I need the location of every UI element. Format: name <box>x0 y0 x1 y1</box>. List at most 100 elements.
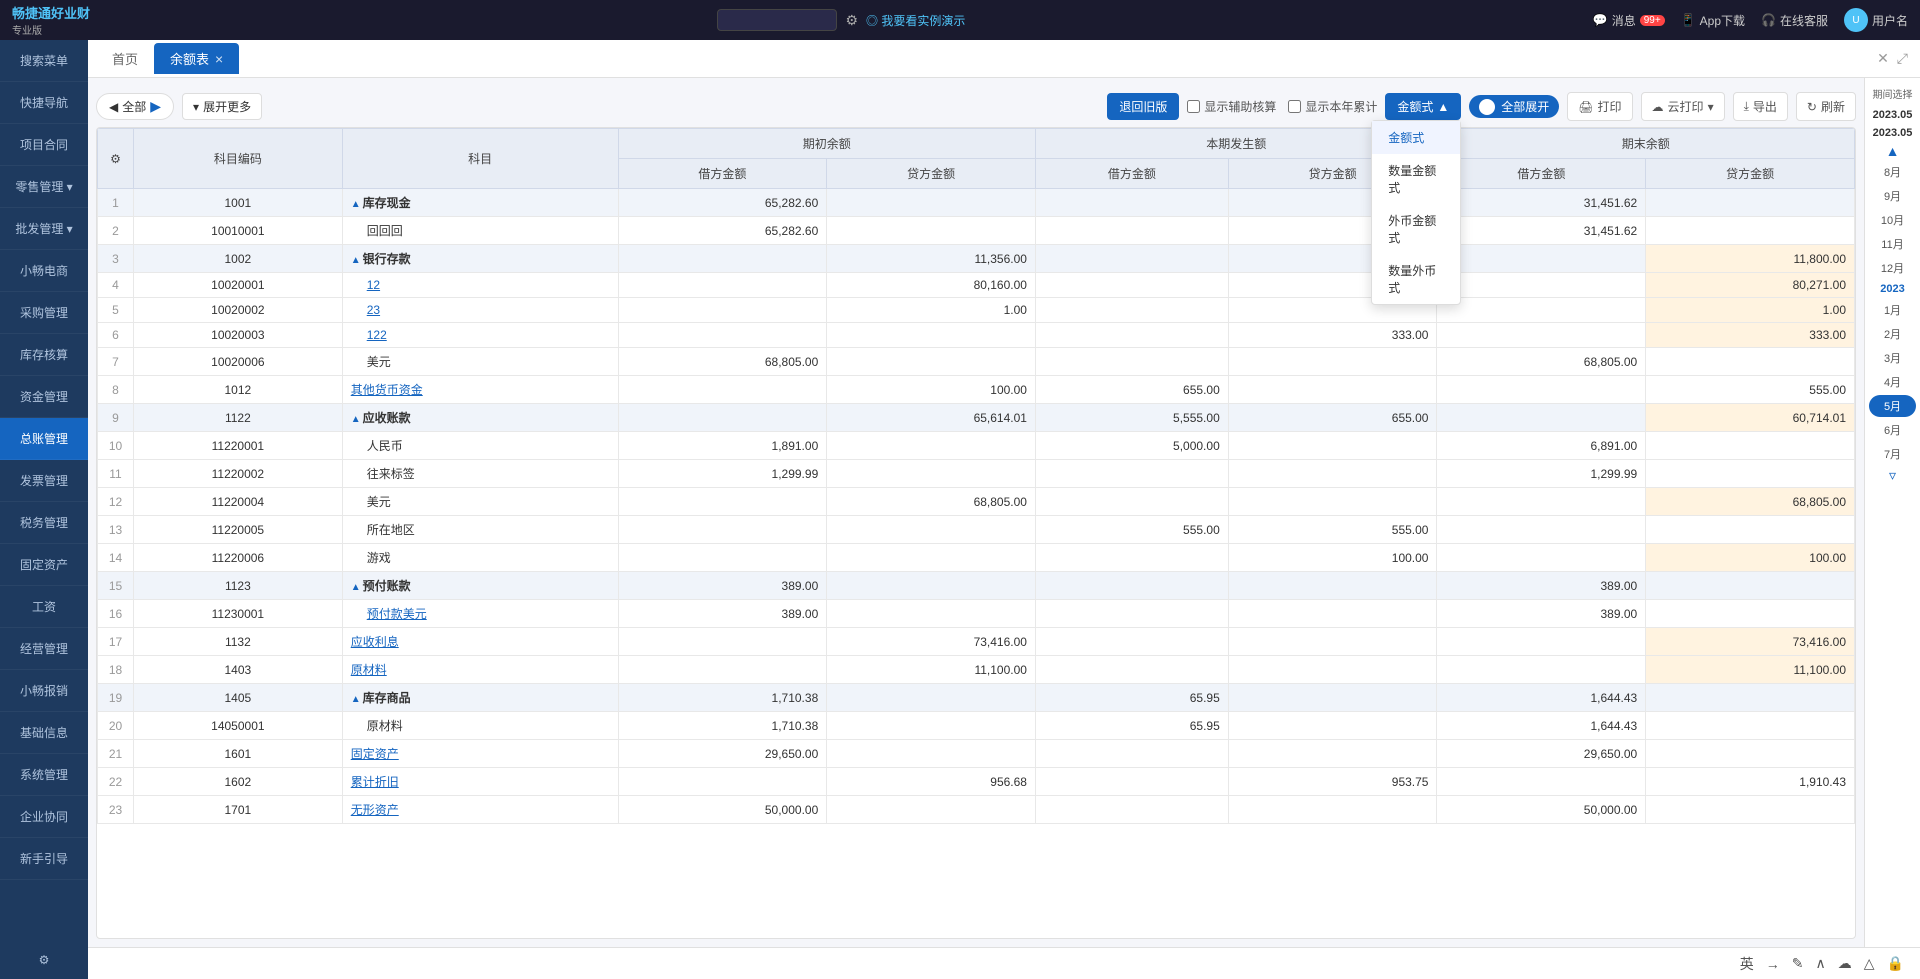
expand-all-toggle[interactable]: 全部展开 <box>1469 95 1559 118</box>
sidebar-item-report[interactable]: 小畅报销 <box>0 670 88 712</box>
sidebar-item-purchase[interactable]: 采购管理 <box>0 292 88 334</box>
table-row: 4100200011280,160.00111.0080,271.00 <box>98 273 1855 298</box>
sidebar-item-salary[interactable]: 工资 <box>0 586 88 628</box>
th-settings[interactable]: ⚙ <box>98 129 134 189</box>
sidebar-item-retail[interactable]: 零售管理 ▾ <box>0 166 88 208</box>
table-row: 151123▲预付账款389.00389.00 <box>98 572 1855 600</box>
sidebar-item-guide[interactable]: 新手引导 <box>0 838 88 880</box>
period-header: 期间选择 <box>1873 86 1913 101</box>
tab-expand-icon[interactable]: ⤢ <box>1897 50 1908 67</box>
period-7[interactable]: 7月 <box>1869 443 1916 465</box>
bottom-icon-6[interactable]: △ <box>1864 955 1875 972</box>
search-input[interactable] <box>717 9 837 31</box>
content-area: 首页 余额表 × ✕ ⤢ ◀ 全部 ▶ <box>88 40 1920 979</box>
expand-icon[interactable]: ▲ <box>351 582 361 593</box>
table-area: ◀ 全部 ▶ ▾ 展开更多 退回旧版 显示辅助核算 <box>88 78 1864 947</box>
period-2[interactable]: 2月 <box>1869 323 1916 345</box>
th-closing-debit: 借方金额 <box>1437 159 1646 189</box>
bottom-bar: 英 → ✎ ∧ ☁ △ 🔒 <box>88 947 1920 979</box>
expand-icon[interactable]: ▲ <box>351 414 361 425</box>
online-service-btn[interactable]: 🎧 在线客服 <box>1761 12 1828 29</box>
dropdown-item-qty-fx[interactable]: 数量外币式 <box>1372 254 1460 304</box>
sidebar-item-system[interactable]: 系统管理 <box>0 754 88 796</box>
period-6[interactable]: 6月 <box>1869 419 1916 441</box>
tab-bar-right: ✕ ⤢ <box>1877 50 1908 67</box>
style-btn[interactable]: 金额式 ▲ <box>1385 93 1461 120</box>
period-5[interactable]: 5月 <box>1869 395 1916 417</box>
user-avatar[interactable]: U 用户名 <box>1844 8 1908 32</box>
period-12[interactable]: 12月 <box>1869 257 1916 279</box>
toolbar: ◀ 全部 ▶ ▾ 展开更多 退回旧版 显示辅助核算 <box>96 86 1856 127</box>
dropdown-item-fx-amount[interactable]: 外币金额式 <box>1372 204 1460 254</box>
cloud-print-btn[interactable]: ☁ 云打印 ▾ <box>1641 92 1725 121</box>
sidebar-settings-icon[interactable]: ⚙ <box>0 941 88 979</box>
show-yearly-checkbox[interactable]: 显示本年累计 <box>1288 98 1377 115</box>
period-8[interactable]: 8月 <box>1869 161 1916 183</box>
table-row: 610020003122333.00333.00 <box>98 323 1855 348</box>
show-assist-checkbox[interactable]: 显示辅助核算 <box>1187 98 1276 115</box>
gear-icon[interactable]: ⚙ <box>845 12 858 29</box>
return-old-btn[interactable]: 退回旧版 <box>1107 93 1179 120</box>
table-row: 231701无形资产50,000.0050,000.00 <box>98 796 1855 824</box>
sidebar-item-fixed[interactable]: 固定资产 <box>0 544 88 586</box>
bottom-icon-5[interactable]: ☁ <box>1838 955 1852 972</box>
notification-btn[interactable]: 💬 消息 99+ <box>1593 12 1665 29</box>
demo-link[interactable]: ◎ 我要看实例演示 <box>866 12 965 29</box>
sidebar: 搜索菜单 快捷导航 项目合同 零售管理 ▾ 批发管理 ▾ 小畅电商 采购管理 库… <box>0 40 88 979</box>
print-btn[interactable]: 🖨 打印 <box>1567 92 1632 121</box>
sidebar-item-quick-nav[interactable]: 快捷导航 <box>0 82 88 124</box>
sidebar-item-coop[interactable]: 企业协同 <box>0 796 88 838</box>
sidebar-item-general[interactable]: 总账管理 <box>0 418 88 460</box>
dropdown-item-qty-amount[interactable]: 数量金额式 <box>1372 154 1460 204</box>
export-btn[interactable]: ⤓ 导出 <box>1733 92 1788 121</box>
tab-yuebiaoactive[interactable]: 余额表 × <box>154 43 239 74</box>
th-closing: 期末余额 <box>1437 129 1855 159</box>
sidebar-item-tax[interactable]: 税务管理 <box>0 502 88 544</box>
tab-home[interactable]: 首页 <box>100 43 150 74</box>
refresh-btn[interactable]: ↻ 刷新 <box>1796 92 1856 121</box>
table-row: 181403原材料11,100.0011,100.00 <box>98 656 1855 684</box>
top-bar: 畅捷通好业财 专业版 ⚙ ◎ 我要看实例演示 💬 消息 99+ 📱 App下载 … <box>0 0 1920 40</box>
period-up-nav[interactable]: ▲ <box>1886 143 1900 159</box>
expand-more-btn[interactable]: ▾ 展开更多 <box>182 93 262 120</box>
sidebar-item-basic[interactable]: 基础信息 <box>0 712 88 754</box>
sidebar-item-search[interactable]: 搜索菜单 <box>0 40 88 82</box>
th-opening-credit: 贷方金额 <box>827 159 1036 189</box>
sidebar-item-operation[interactable]: 经营管理 <box>0 628 88 670</box>
expand-icon[interactable]: ▲ <box>351 255 361 266</box>
period-3[interactable]: 3月 <box>1869 347 1916 369</box>
bottom-icon-1[interactable]: 英 <box>1740 954 1754 974</box>
bottom-icon-7[interactable]: 🔒 <box>1887 955 1904 972</box>
period-9[interactable]: 9月 <box>1869 185 1916 207</box>
period-down-nav[interactable]: ▿ <box>1889 467 1896 484</box>
tab-close-btn[interactable]: × <box>215 51 223 67</box>
th-opening-debit: 借方金额 <box>618 159 827 189</box>
expand-icon[interactable]: ▲ <box>351 199 361 210</box>
period-sidebar: 期间选择 2023.05 2023.05 ▲ 8月 9月 10月 11月 12月… <box>1864 78 1920 947</box>
period-4[interactable]: 4月 <box>1869 371 1916 393</box>
dropdown-item-amount[interactable]: 金额式 <box>1372 121 1460 154</box>
style-dropdown-menu: 金额式 数量金额式 外币金额式 数量外币式 <box>1371 120 1461 305</box>
sidebar-bottom: ⚙ <box>0 941 88 979</box>
sidebar-item-invoice[interactable]: 发票管理 <box>0 460 88 502</box>
period-1[interactable]: 1月 <box>1869 299 1916 321</box>
bottom-icon-2[interactable]: → <box>1766 956 1780 972</box>
bottom-icon-3[interactable]: ✎ <box>1792 955 1804 972</box>
bottom-right: 英 → ✎ ∧ ☁ △ 🔒 <box>1740 954 1904 974</box>
period-10[interactable]: 10月 <box>1869 209 1916 231</box>
sidebar-item-eshop[interactable]: 小畅电商 <box>0 250 88 292</box>
sidebar-item-stock[interactable]: 库存核算 <box>0 334 88 376</box>
sidebar-item-wholesale[interactable]: 批发管理 ▾ <box>0 208 88 250</box>
sidebar-item-project[interactable]: 项目合同 <box>0 124 88 166</box>
expand-icon[interactable]: ▲ <box>351 694 361 705</box>
app-download-btn[interactable]: 📱 App下载 <box>1681 12 1745 29</box>
sidebar-item-capital[interactable]: 资金管理 <box>0 376 88 418</box>
top-bar-center: ⚙ ◎ 我要看实例演示 <box>717 9 965 31</box>
period-11[interactable]: 11月 <box>1869 233 1916 255</box>
table-row: 211601固定资产29,650.0029,650.00 <box>98 740 1855 768</box>
all-filter-btn[interactable]: ◀ 全部 ▶ <box>96 93 174 120</box>
table-row: 210010001回回回65,282.6033,830.9831,451.62 <box>98 217 1855 245</box>
table-row: 2014050001原材料1,710.3865.951,644.43 <box>98 712 1855 740</box>
tab-minimize-icon[interactable]: ✕ <box>1877 50 1889 67</box>
bottom-icon-4[interactable]: ∧ <box>1816 955 1826 972</box>
